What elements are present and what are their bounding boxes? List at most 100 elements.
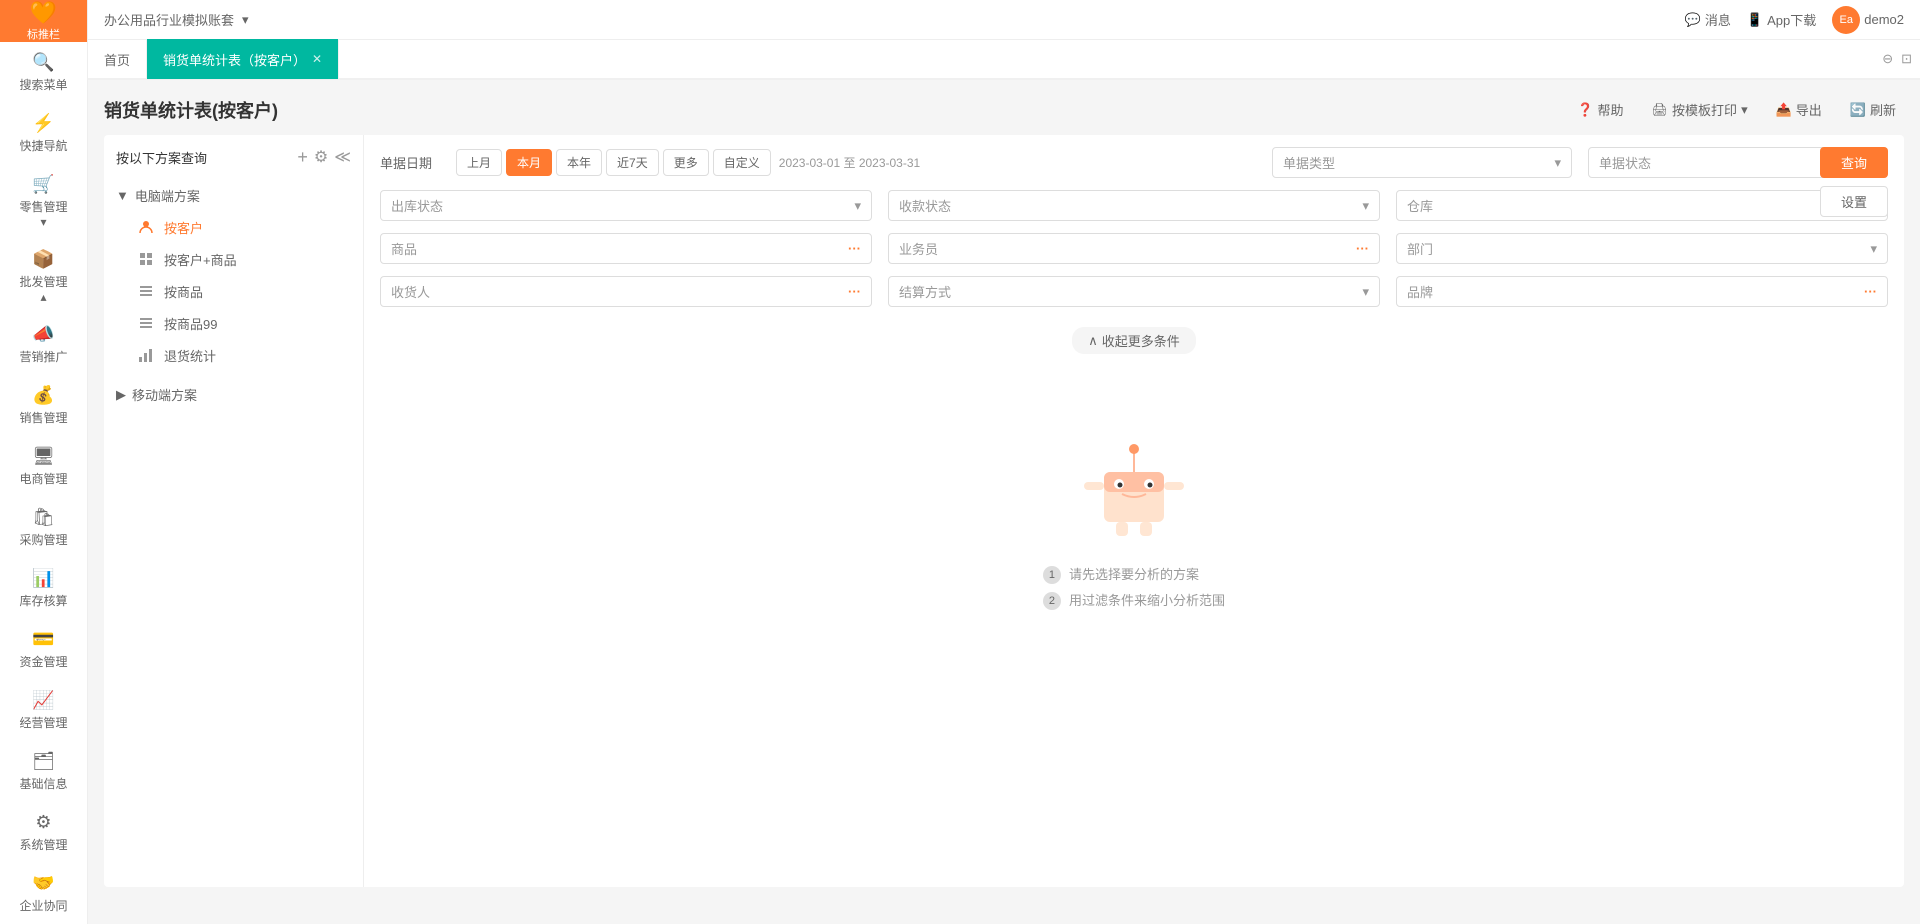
brand-select[interactable]: 品牌 ··· <box>1396 276 1888 307</box>
message-btn[interactable]: 💬 消息 <box>1685 10 1731 29</box>
collapse-bar: ∧ 收起更多条件 <box>380 319 1888 362</box>
department-chevron: ▾ <box>1870 241 1877 257</box>
scheme-group-mobile-title[interactable]: ▶ 移动端方案 <box>104 379 363 410</box>
dropdown-chevron[interactable]: ▾ <box>242 12 249 28</box>
department-select[interactable]: 部门 ▾ <box>1396 233 1888 264</box>
tip-1-text: 请先选择要分析的方案 <box>1069 562 1199 588</box>
maximize-icon[interactable]: ⊡ <box>1901 51 1912 67</box>
desktop-group-arrow: ▼ <box>116 188 129 203</box>
scheme-item-by-goods-99[interactable]: 按商品99 <box>124 307 363 339</box>
sidebar-item-retail[interactable]: 🛒 零售管理 ▾ <box>0 164 88 239</box>
scheme-panel: 按以下方案查询 + ⚙ ≪ ▼ 电脑端方案 <box>104 135 364 887</box>
export-label: 导出 <box>1796 100 1822 119</box>
date-filter-label: 单据日期 <box>380 153 440 172</box>
bill-status-label: 单据状态 <box>1599 153 1651 172</box>
user-name: demo2 <box>1864 12 1904 27</box>
sidebar-item-enterprise-label: 企业协同 <box>19 897 67 914</box>
scheme-add-btn[interactable]: + <box>297 147 308 168</box>
tab-home[interactable]: 首页 <box>88 39 147 79</box>
scheme-actions: + ⚙ ≪ <box>297 147 351 168</box>
tab-close-icon[interactable]: ✕ <box>312 52 322 66</box>
basic-icon: 🗂 <box>32 751 55 772</box>
print-btn[interactable]: 🖨 按模板打印 ▾ <box>1644 96 1756 123</box>
logo-icon: 🧡 <box>30 0 57 26</box>
sidebar-item-sales[interactable]: 💰 销售管理 <box>0 375 88 436</box>
top-header: 办公用品行业模拟账套 ▾ 💬 消息 📱 App下载 Ea demo2 <box>88 0 1920 40</box>
consignee-label: 收货人 <box>391 282 430 301</box>
minimize-icon[interactable]: ⊖ <box>1882 51 1893 67</box>
date-btn-last-month[interactable]: 上月 <box>456 149 502 176</box>
sidebar-item-inventory[interactable]: 📊 库存核算 <box>0 558 88 619</box>
tabs-bar: 首页 销货单统计表（按客户） ✕ ⊖ ⊡ <box>88 40 1920 80</box>
scheme-settings-btn[interactable]: ⚙ <box>314 147 328 168</box>
collapse-button[interactable]: ∧ 收起更多条件 <box>1072 327 1196 354</box>
sidebar-item-finance-label: 资金管理 <box>19 653 67 670</box>
date-btn-last-7-days[interactable]: 近7天 <box>606 149 659 176</box>
settlement-select[interactable]: 结算方式 ▾ <box>888 276 1380 307</box>
page-header: 销货单统计表(按客户) ❓ 帮助 🖨 按模板打印 ▾ 📤 导出 🔄 刷新 <box>104 96 1904 123</box>
ecommerce-icon: 🖥 <box>32 446 55 467</box>
sidebar-item-ecommerce[interactable]: 🖥 电商管理 <box>0 436 88 497</box>
scheme-item-by-customer-goods[interactable]: 按客户+商品 <box>124 243 363 275</box>
empty-tip-2: 2 用过滤条件来缩小分析范围 <box>1043 588 1225 614</box>
scheme-group-desktop-title[interactable]: ▼ 电脑端方案 <box>104 180 363 211</box>
tip-2-text: 用过滤条件来缩小分析范围 <box>1069 588 1225 614</box>
query-button[interactable]: 查询 <box>1820 147 1888 178</box>
sidebar-item-finance[interactable]: 💳 资金管理 <box>0 619 88 680</box>
brand-label: 品牌 <box>1407 282 1433 301</box>
consignee-select[interactable]: 收货人 ··· <box>380 276 872 307</box>
out-status-label: 出库状态 <box>391 196 443 215</box>
avatar-text: Ea <box>1840 14 1853 26</box>
sidebar-item-wholesale[interactable]: 📦 批发管理 ▴ <box>0 239 88 314</box>
sidebar-item-enterprise[interactable]: 🤝 企业协同 <box>0 863 88 924</box>
sidebar-item-purchase[interactable]: 🛍 采购管理 <box>0 497 88 558</box>
search-icon: 🔍 <box>32 52 54 73</box>
salesperson-select[interactable]: 业务员 ··· <box>888 233 1380 264</box>
app-download-btn[interactable]: 📱 App下载 <box>1747 10 1816 29</box>
scheme-item-by-customer[interactable]: 按客户 <box>124 211 363 243</box>
export-btn[interactable]: 📤 导出 <box>1768 96 1830 123</box>
warehouse-select[interactable]: 仓库 ··· <box>1396 190 1888 221</box>
scheme-item-return-stat[interactable]: 退货统计 <box>124 339 363 371</box>
goods-select[interactable]: 商品 ··· <box>380 233 872 264</box>
goods-label: 商品 <box>391 239 417 258</box>
sidebar-item-marketing[interactable]: 📣 营销推广 <box>0 314 88 375</box>
settings-button[interactable]: 设置 <box>1820 186 1888 217</box>
out-status-select[interactable]: 出库状态 ▾ <box>380 190 872 221</box>
scheme-item-by-goods[interactable]: 按商品 <box>124 275 363 307</box>
print-dropdown-icon[interactable]: ▾ <box>1741 102 1748 118</box>
help-label: 帮助 <box>1598 100 1624 119</box>
empty-tip-1: 1 请先选择要分析的方案 <box>1043 562 1225 588</box>
out-status-chevron: ▾ <box>854 198 861 214</box>
sidebar-item-system[interactable]: ⚙ 系统管理 <box>0 802 88 863</box>
filter-row-goods: 商品 ··· 业务员 ··· 部门 ▾ <box>380 233 1888 264</box>
sidebar-item-quicknav[interactable]: ⚡ 快捷导航 <box>0 103 88 164</box>
sidebar: 🧡 标推栏 🔍 搜索菜单 ⚡ 快捷导航 🛒 零售管理 ▾ 📦 批发管理 ▴ 📣 … <box>0 0 88 924</box>
tab-sales-stat[interactable]: 销货单统计表（按客户） ✕ <box>147 39 339 79</box>
bill-type-select[interactable]: 单据类型 ▾ <box>1272 147 1572 178</box>
main-area: 办公用品行业模拟账套 ▾ 💬 消息 📱 App下载 Ea demo2 首页 <box>88 0 1920 924</box>
sidebar-item-operations[interactable]: 📈 经营管理 <box>0 680 88 741</box>
inventory-icon: 📊 <box>32 568 54 589</box>
date-btn-this-year[interactable]: 本年 <box>556 149 602 176</box>
scheme-title: 按以下方案查询 <box>116 148 207 167</box>
tip-2-num: 2 <box>1043 592 1061 610</box>
user-profile-btn[interactable]: Ea demo2 <box>1832 6 1904 34</box>
scheme-collapse-btn[interactable]: ≪ <box>334 147 351 168</box>
sidebar-item-retail-label: 零售管理 <box>19 198 67 215</box>
page-actions: ❓ 帮助 🖨 按模板打印 ▾ 📤 导出 🔄 刷新 <box>1569 96 1904 123</box>
filter-row-consignee: 收货人 ··· 结算方式 ▾ 品牌 ··· <box>380 276 1888 307</box>
content-area: 销货单统计表(按客户) ❓ 帮助 🖨 按模板打印 ▾ 📤 导出 🔄 刷新 <box>88 80 1920 924</box>
sidebar-item-search[interactable]: 🔍 搜索菜单 <box>0 42 88 103</box>
mobile-group-arrow: ▶ <box>116 387 126 403</box>
payment-status-select[interactable]: 收款状态 ▾ <box>888 190 1380 221</box>
scheme-group-desktop: ▼ 电脑端方案 按客户 <box>104 176 363 375</box>
sidebar-item-basic[interactable]: 🗂 基础信息 <box>0 741 88 802</box>
date-btn-custom[interactable]: 自定义 <box>713 149 771 176</box>
header-right: 💬 消息 📱 App下载 Ea demo2 <box>1685 6 1904 34</box>
date-btn-this-month[interactable]: 本月 <box>506 149 552 176</box>
date-btn-more[interactable]: 更多 <box>663 149 709 176</box>
help-btn[interactable]: ❓ 帮助 <box>1569 96 1631 123</box>
filter-panel: 查询 设置 单据日期 上月 本月 本年 近7天 更多 自定义 2023-03-0… <box>364 135 1904 887</box>
refresh-btn[interactable]: 🔄 刷新 <box>1842 96 1904 123</box>
